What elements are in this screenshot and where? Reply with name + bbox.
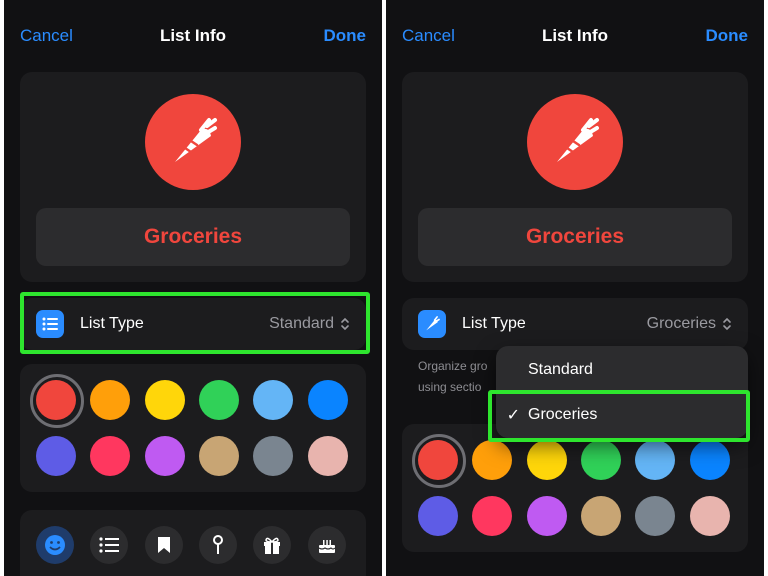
color-swatch-tan[interactable] [581,496,621,536]
color-swatch-indigo[interactable] [36,436,76,476]
color-swatch-green[interactable] [199,380,239,420]
bookmark-icon[interactable] [145,526,183,564]
cake-icon[interactable] [308,526,346,564]
navigation-bar: Cancel List Info Done [386,20,764,54]
smiley-icon[interactable] [36,526,74,564]
color-swatch-gray[interactable] [253,436,293,476]
list-icon[interactable] [90,526,128,564]
list-type-value[interactable]: Groceries [647,315,732,333]
list-type-value-text: Groceries [646,315,716,332]
color-picker [20,364,366,492]
list-name-input[interactable]: Groceries [36,208,350,266]
list-name-input[interactable]: Groceries [418,208,732,266]
color-swatch-orange[interactable] [90,380,130,420]
pin-icon[interactable] [199,526,237,564]
list-type-highlight [20,292,370,354]
color-swatch-purple[interactable] [527,496,567,536]
color-swatch-yellow[interactable] [527,440,567,480]
left-screen: Cancel List Info Done Groceries List Typ… [4,0,382,576]
color-swatch-purple[interactable] [145,436,185,476]
color-swatch-blue[interactable] [690,440,730,480]
color-swatch-blue[interactable] [308,380,348,420]
list-type-row[interactable]: List Type Groceries [402,298,748,350]
carrot-icon[interactable] [527,94,623,190]
list-header-card: Groceries [20,72,366,282]
color-swatch-yellow[interactable] [145,380,185,420]
carrot-icon[interactable] [145,94,241,190]
color-swatch-pink[interactable] [90,436,130,476]
color-swatch-indigo[interactable] [418,496,458,536]
menu-item-standard[interactable]: Standard [496,348,748,392]
menu-item-label: Standard [528,361,593,378]
chevron-updown-icon [723,317,731,331]
color-swatch-red[interactable] [412,434,466,488]
color-swatch-light-blue[interactable] [253,380,293,420]
color-swatch-pink[interactable] [472,496,512,536]
gift-icon[interactable] [253,526,291,564]
color-swatch-tan[interactable] [199,436,239,476]
icon-picker [20,510,366,576]
list-type-label: List Type [462,315,526,332]
color-swatch-red[interactable] [30,374,84,428]
color-swatch-rose[interactable] [308,436,348,476]
groceries-option-highlight [488,390,750,442]
list-header-card: Groceries [402,72,748,282]
color-swatch-orange[interactable] [472,440,512,480]
navigation-bar: Cancel List Info Done [4,20,382,54]
color-picker [402,424,748,552]
color-swatch-rose[interactable] [690,496,730,536]
right-screen: Cancel List Info Done Groceries List Typ… [386,0,764,576]
color-swatch-light-blue[interactable] [635,440,675,480]
color-swatch-gray[interactable] [635,496,675,536]
done-button[interactable]: Done [706,26,749,46]
done-button[interactable]: Done [324,26,367,46]
carrot-icon [418,310,446,338]
color-swatch-green[interactable] [581,440,621,480]
